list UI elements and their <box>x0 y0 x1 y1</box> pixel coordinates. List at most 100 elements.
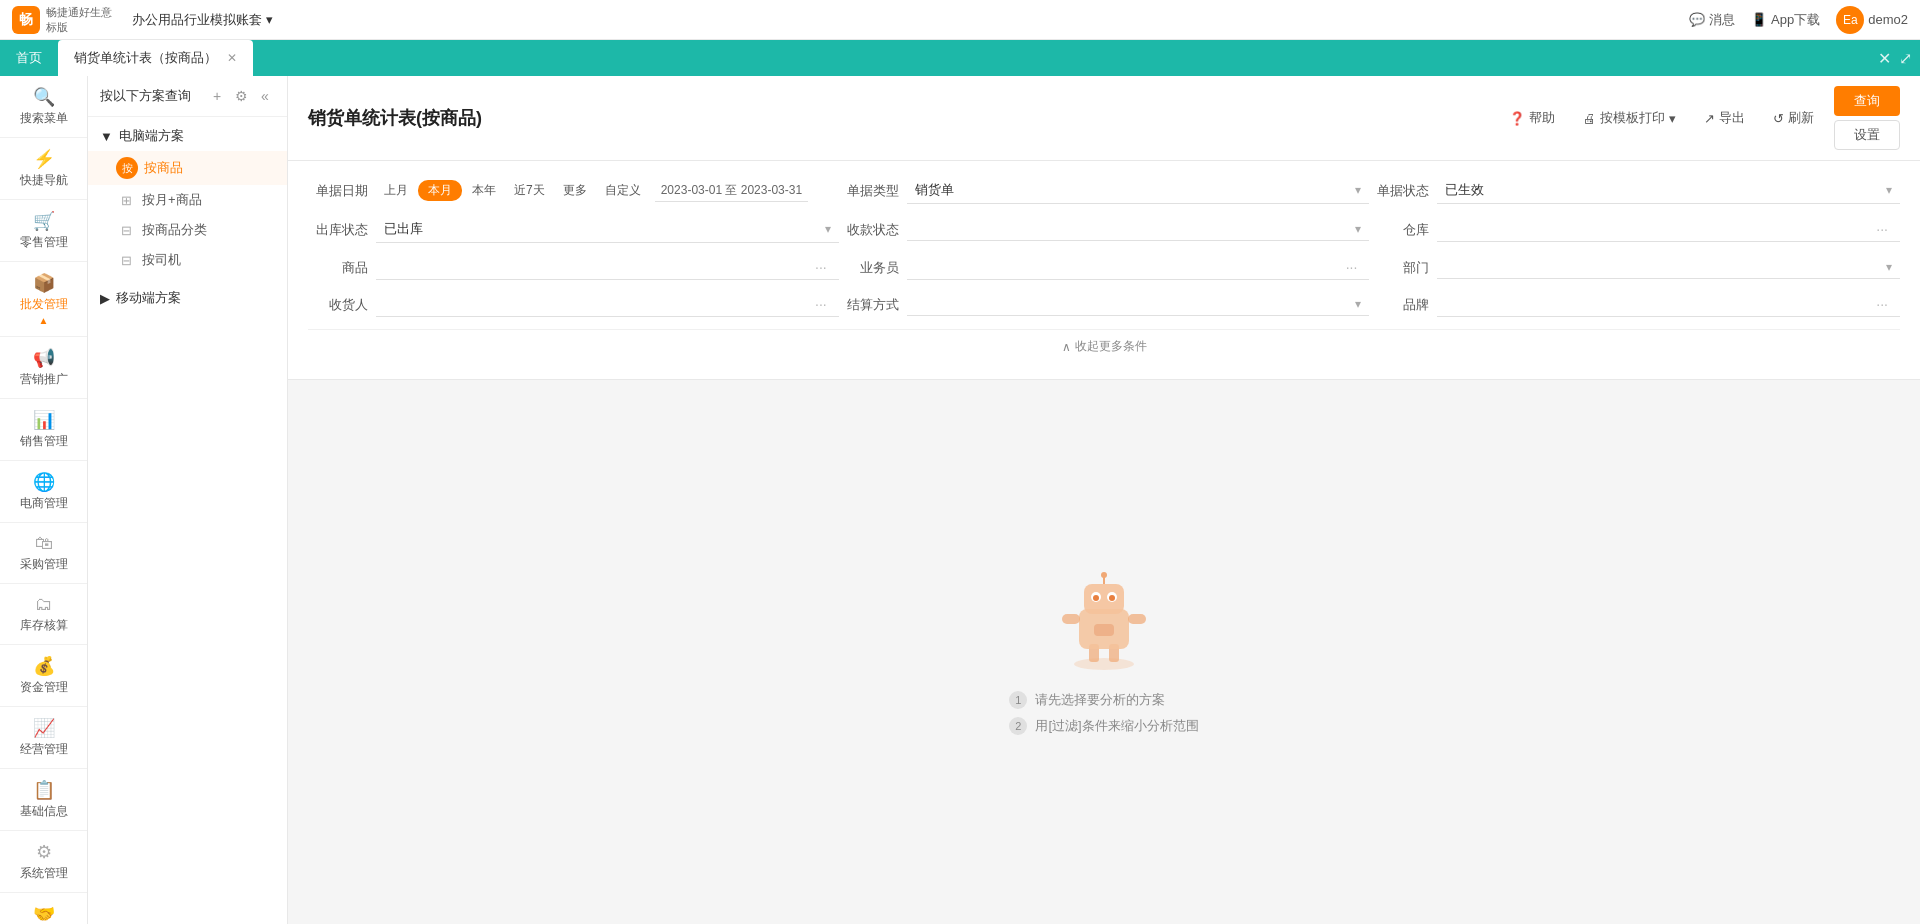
svg-rect-6 <box>1084 584 1124 614</box>
settlement-arrow-icon: ▾ <box>1355 297 1361 311</box>
date-field: 单据日期 上月 本月 本年 近7天 更多 自定义 2023-03-01 至 20… <box>308 180 839 202</box>
collapse-panel-btn[interactable]: « <box>255 86 275 106</box>
message-action[interactable]: 💬 消息 <box>1689 11 1735 29</box>
date-tabs: 上月 本月 本年 近7天 更多 自定义 <box>376 180 649 201</box>
sidebar-item-purchase[interactable]: 🛍 采购管理 <box>0 523 87 584</box>
date-tab-last-month[interactable]: 上月 <box>376 180 416 201</box>
enterprise-icon: 🤝 <box>33 903 55 924</box>
dept-select[interactable]: ▾ <box>1437 256 1900 279</box>
brand-dots-icon[interactable]: ··· <box>1872 296 1892 312</box>
tab-sales-stat[interactable]: 销货单统计表（按商品） ✕ <box>58 40 253 76</box>
message-icon: 💬 <box>1689 12 1705 27</box>
sidebar-item-ecom[interactable]: 🌐 电商管理 <box>0 461 87 523</box>
sidebar-item-enterprise[interactable]: 🤝 企业协同 <box>0 893 87 924</box>
refresh-btn[interactable]: ↺ 刷新 <box>1765 105 1822 131</box>
settlement-select[interactable]: ▾ <box>907 293 1370 316</box>
sidebar-item-retail[interactable]: 🛒 零售管理 <box>0 200 87 262</box>
template-print-btn[interactable]: 🖨 按模板打印 ▾ <box>1575 105 1684 131</box>
receiver-select[interactable]: ··· <box>376 292 839 317</box>
help-icon: ❓ <box>1509 111 1525 126</box>
salesperson-select[interactable]: ··· <box>907 255 1370 280</box>
date-tab-custom[interactable]: 自定义 <box>597 180 649 201</box>
receiver-field: 收货人 ··· <box>308 292 839 317</box>
recv-status-select[interactable]: ▾ <box>907 218 1370 241</box>
receiver-dots-icon[interactable]: ··· <box>811 296 831 312</box>
tab-close-btn[interactable]: ✕ <box>1878 49 1891 68</box>
collapse-btn[interactable]: ∧ 收起更多条件 <box>308 329 1900 363</box>
salesperson-field: 业务员 ··· <box>839 255 1370 280</box>
filter-form: 单据日期 上月 本月 本年 近7天 更多 自定义 2023-03-01 至 20… <box>288 161 1920 380</box>
empty-illustration <box>1044 569 1164 679</box>
out-status-select[interactable]: 已出库 ▾ <box>376 216 839 243</box>
app-download-action[interactable]: 📱 App下载 <box>1751 11 1820 29</box>
sidebar-item-marketing[interactable]: 📢 营销推广 <box>0 337 87 399</box>
date-tab-this-year[interactable]: 本年 <box>464 180 504 201</box>
settings-button[interactable]: 设置 <box>1834 120 1900 150</box>
date-range-text[interactable]: 2023-03-01 至 2023-03-31 <box>655 180 808 202</box>
warehouse-dots-icon[interactable]: ··· <box>1872 221 1892 237</box>
sidebar-item-wholesale[interactable]: 📦 批发管理 ▲ <box>0 262 87 337</box>
page-actions: ❓ 帮助 🖨 按模板打印 ▾ ↗ 导出 ↺ 刷新 <box>1501 86 1900 150</box>
date-tab-this-month[interactable]: 本月 <box>418 180 462 201</box>
user-action[interactable]: Ea demo2 <box>1836 6 1908 34</box>
empty-tip-1: 1 请先选择要分析的方案 <box>1009 691 1198 709</box>
brand-select[interactable]: ··· <box>1437 292 1900 317</box>
chevron-up-icon: ∧ <box>1062 340 1071 354</box>
scheme-item-by-category[interactable]: ⊟ 按商品分类 <box>88 215 287 245</box>
doc-type-arrow-icon: ▾ <box>1355 183 1361 197</box>
sidebar: 🔍 搜索菜单 ⚡ 快捷导航 🛒 零售管理 📦 批发管理 ▲ 📢 营销推广 📊 销… <box>0 76 88 924</box>
svg-point-12 <box>1101 572 1107 578</box>
sidebar-item-quick-nav[interactable]: ⚡ 快捷导航 <box>0 138 87 200</box>
sidebar-item-operations[interactable]: 📈 经营管理 <box>0 707 87 769</box>
sidebar-item-finance[interactable]: 💰 资金管理 <box>0 645 87 707</box>
product-dots-icon[interactable]: ··· <box>811 259 831 275</box>
logo-area: 畅 畅捷通好生意 标版 <box>12 5 112 34</box>
avatar: Ea <box>1836 6 1864 34</box>
purchase-icon: 🛍 <box>35 533 53 554</box>
date-tab-7days[interactable]: 近7天 <box>506 180 553 201</box>
empty-tips: 1 请先选择要分析的方案 2 用[过滤]条件来缩小分析范围 <box>1009 691 1198 735</box>
doc-status-field: 单据状态 已生效 ▾ <box>1369 177 1900 204</box>
retail-icon: 🛒 <box>33 210 55 232</box>
product-select[interactable]: ··· <box>376 255 839 280</box>
sales-mgmt-icon: 📊 <box>33 409 55 431</box>
tab-bar: 首页 销货单统计表（按商品） ✕ ✕ ⤢ <box>0 40 1920 76</box>
mobile-group-header[interactable]: ▶ 移动端方案 <box>88 283 287 313</box>
scheme-item-by-company[interactable]: ⊟ 按司机 <box>88 245 287 275</box>
sidebar-item-inventory[interactable]: 🗂 库存核算 <box>0 584 87 645</box>
scheme-item-by-month-product[interactable]: ⊞ 按月+商品 <box>88 185 287 215</box>
sidebar-item-search[interactable]: 🔍 搜索菜单 <box>0 76 87 138</box>
sidebar-item-basic-info[interactable]: 📋 基础信息 <box>0 769 87 831</box>
add-scheme-btn[interactable]: + <box>207 86 227 106</box>
scheme-item-by-product[interactable]: 按 按商品 <box>88 151 287 185</box>
sidebar-item-system[interactable]: ⚙ 系统管理 <box>0 831 87 893</box>
date-tab-more[interactable]: 更多 <box>555 180 595 201</box>
help-btn[interactable]: ❓ 帮助 <box>1501 105 1563 131</box>
warehouse-select[interactable]: ··· <box>1437 217 1900 242</box>
dept-arrow-icon: ▾ <box>1886 260 1892 274</box>
export-btn[interactable]: ↗ 导出 <box>1696 105 1753 131</box>
salesperson-dots-icon[interactable]: ··· <box>1342 259 1362 275</box>
doc-status-select[interactable]: 已生效 ▾ <box>1437 177 1900 204</box>
left-panel: 按以下方案查询 + ⚙ « ▼ 电脑端方案 按 按商品 ⊞ 按月+ <box>88 76 288 924</box>
product-label: 商品 <box>308 259 368 277</box>
page-header: 销货单统计表(按商品) ❓ 帮助 🖨 按模板打印 ▾ ↗ 导出 <box>288 76 1920 161</box>
filter-row-3: 商品 ··· 业务员 ··· 部门 <box>308 255 1900 280</box>
settings-scheme-btn[interactable]: ⚙ <box>231 86 251 106</box>
date-label: 单据日期 <box>308 182 368 200</box>
marketing-icon: 📢 <box>33 347 55 369</box>
basic-info-icon: 📋 <box>33 779 55 801</box>
breadcrumb: 办公用品行业模拟账套 ▾ <box>132 11 273 29</box>
sidebar-item-sales-mgmt[interactable]: 📊 销售管理 <box>0 399 87 461</box>
tab-expand-btn[interactable]: ⤢ <box>1899 49 1912 68</box>
tip-num-2: 2 <box>1009 717 1027 735</box>
query-button[interactable]: 查询 <box>1834 86 1900 116</box>
brand-label: 品牌 <box>1369 296 1429 314</box>
tab-close-icon[interactable]: ✕ <box>227 51 237 65</box>
header-left: 畅 畅捷通好生意 标版 办公用品行业模拟账套 ▾ <box>12 5 273 34</box>
empty-state: 1 请先选择要分析的方案 2 用[过滤]条件来缩小分析范围 <box>288 380 1920 924</box>
tab-home[interactable]: 首页 <box>0 40 58 76</box>
product-field: 商品 ··· <box>308 255 839 280</box>
doc-type-select[interactable]: 销货单 ▾ <box>907 177 1370 204</box>
desktop-group-header[interactable]: ▼ 电脑端方案 <box>88 121 287 151</box>
